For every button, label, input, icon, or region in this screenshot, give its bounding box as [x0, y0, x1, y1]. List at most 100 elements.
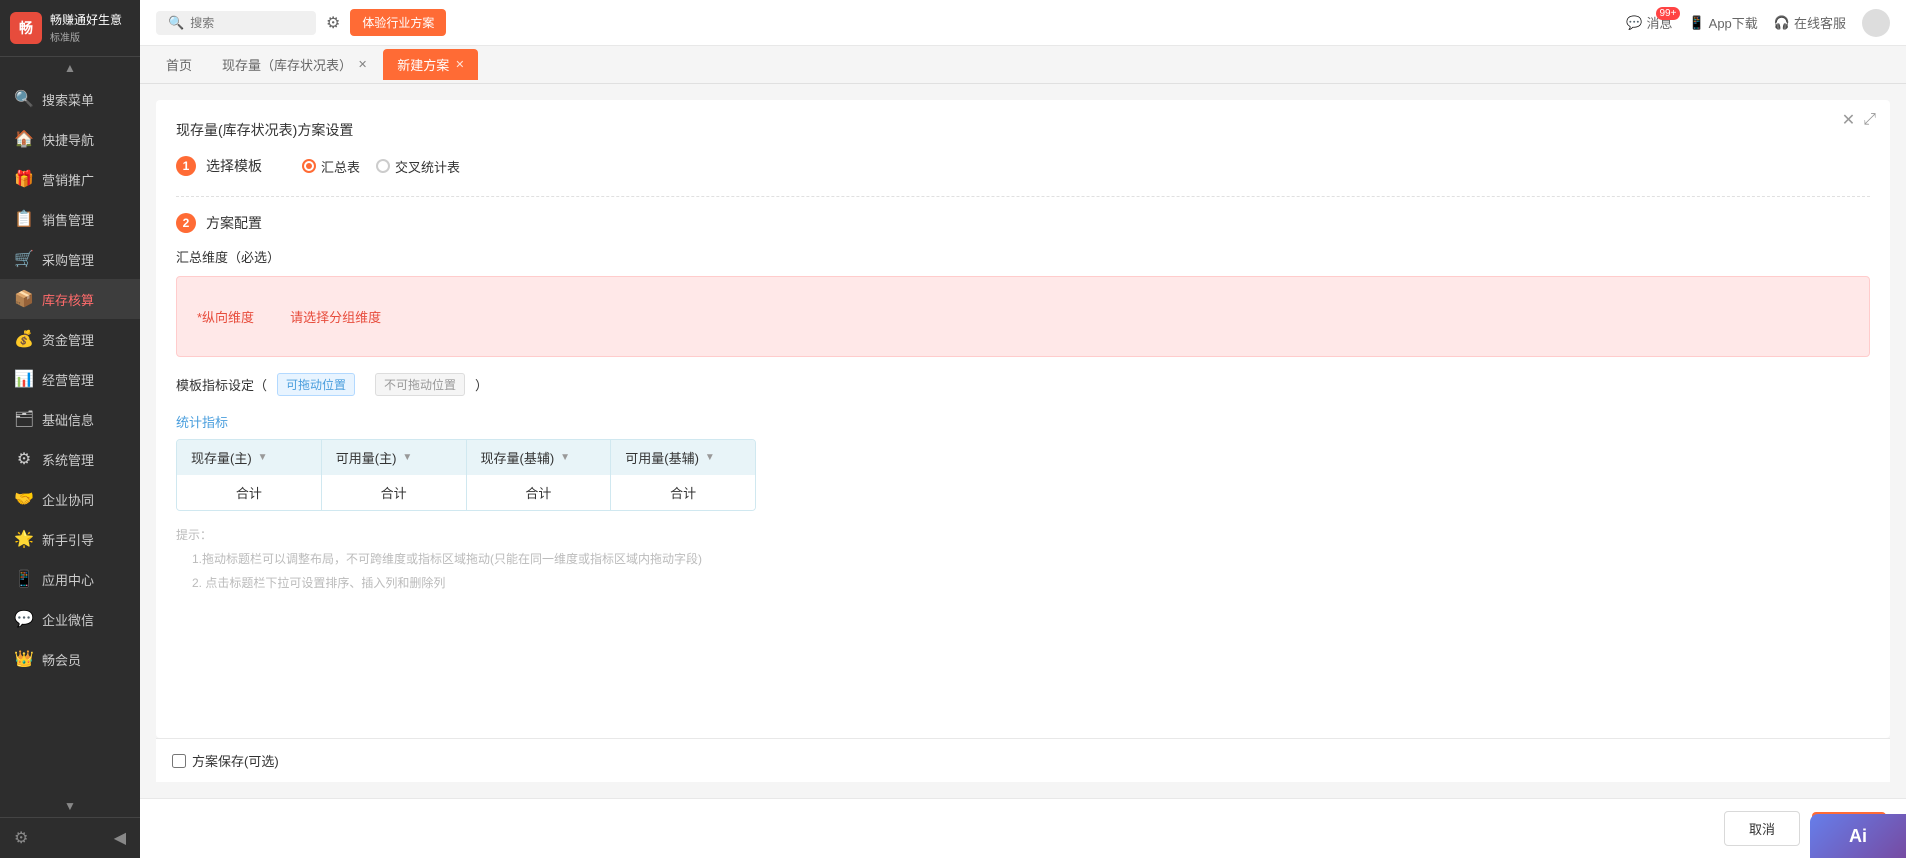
sidebar-item-label: 营销推广	[42, 170, 94, 189]
basic-info-icon: 🗂	[14, 409, 34, 429]
tab-close-inventory[interactable]: ✕	[358, 58, 367, 71]
tab-close-new-plan[interactable]: ✕	[455, 58, 464, 71]
sidebar-item-wechat[interactable]: 💬 企业微信	[0, 599, 140, 639]
messages-button[interactable]: 💬 消息 99+	[1626, 13, 1672, 32]
content-area: ✕ ⤢ 现存量(库存状况表)方案设置 1 选择模板 汇总表	[140, 84, 1906, 798]
user-avatar[interactable]	[1862, 9, 1890, 37]
collapse-icon[interactable]: ◀	[114, 828, 126, 848]
sidebar-scroll-up[interactable]: ▲	[0, 57, 140, 79]
search-icon: 🔍	[168, 15, 184, 31]
chevron-down-icon-4: ▼	[705, 452, 715, 463]
stats-col-3-label: 现存量(基辅)	[481, 448, 555, 467]
tab-inventory-label: 现存量（库存状况表）	[222, 55, 352, 74]
search-input[interactable]	[190, 16, 304, 30]
search-bar[interactable]: 🔍	[156, 11, 316, 35]
sidebar-item-label: 新手引导	[42, 530, 94, 549]
system-icon: ⚙	[14, 449, 34, 469]
purchase-icon: 🛒	[14, 249, 34, 269]
indicator-label-prefix: 模板指标设定（	[176, 375, 267, 394]
stats-col-4-label: 可用量(基辅)	[625, 448, 699, 467]
sidebar-item-label: 畅会员	[42, 650, 81, 669]
tab-inventory-status[interactable]: 现存量（库存状况表） ✕	[208, 49, 381, 80]
draggable-badge: 可拖动位置	[277, 373, 355, 396]
guide-icon: 🌟	[14, 529, 34, 549]
member-icon: 👑	[14, 649, 34, 669]
radio-crosstab[interactable]: 交叉统计表	[376, 157, 460, 176]
close-panel-button[interactable]: ✕	[1842, 110, 1855, 130]
sidebar-item-inventory[interactable]: 📦 库存核算	[0, 279, 140, 319]
app-version: 标准版	[50, 29, 122, 44]
sidebar-item-purchase[interactable]: 🛒 采购管理	[0, 239, 140, 279]
tips-title: 提示：	[176, 528, 212, 542]
ai-float-button[interactable]: Ai	[1810, 814, 1906, 858]
top-header: 🔍 ⚙ 体验行业方案 💬 消息 99+ 📱 App下载 🎧 在线客服	[140, 0, 1906, 46]
sidebar-item-member[interactable]: 👑 畅会员	[0, 639, 140, 679]
sidebar-nav: 🔍 搜索菜单 🏠 快捷导航 🎁 营销推广 📋 销售管理 🛒 采购管理 📦 库存核…	[0, 79, 140, 795]
sidebar-item-enterprise[interactable]: 🤝 企业协同	[0, 479, 140, 519]
save-checkbox[interactable]	[172, 754, 186, 768]
dimension-box[interactable]: *纵向维度 请选择分组维度	[176, 276, 1870, 357]
stats-title: 统计指标	[176, 412, 1870, 431]
sidebar-item-label: 销售管理	[42, 210, 94, 229]
stats-cell-4: 合计	[611, 475, 755, 510]
main-panel: ✕ ⤢ 现存量(库存状况表)方案设置 1 选择模板 汇总表	[156, 100, 1890, 738]
app-center-icon: 📱	[14, 569, 34, 589]
sidebar-item-label: 企业协同	[42, 490, 94, 509]
cancel-button[interactable]: 取消	[1724, 811, 1800, 846]
sidebar-bottom: ⚙ ◀	[0, 817, 140, 858]
sidebar-item-system[interactable]: ⚙ 系统管理	[0, 439, 140, 479]
sidebar-item-operations[interactable]: 📊 经营管理	[0, 359, 140, 399]
radio-summary-label: 汇总表	[321, 157, 360, 176]
tab-new-plan[interactable]: 新建方案 ✕	[383, 49, 478, 80]
sidebar-item-app-center[interactable]: 📱 应用中心	[0, 559, 140, 599]
save-label[interactable]: 方案保存(可选)	[192, 751, 279, 770]
gear-button[interactable]: ⚙	[326, 13, 340, 33]
bottom-action-bar: 取消 查询	[140, 798, 1906, 858]
online-service-label: 在线客服	[1794, 13, 1846, 32]
sidebar-item-search-menu[interactable]: 🔍 搜索菜单	[0, 79, 140, 119]
radio-summary[interactable]: 汇总表	[302, 157, 360, 176]
sidebar-logo: 畅 畅赚通好生意 标准版	[0, 0, 140, 57]
stats-col-4-header[interactable]: 可用量(基辅) ▼	[611, 440, 755, 475]
tip-item-1: 1.拖动标题栏可以调整布局，不可跨维度或指标区域拖动(只能在同一维度或指标区域内…	[176, 547, 1870, 571]
sidebar-item-basic-info[interactable]: 🗂 基础信息	[0, 399, 140, 439]
sidebar-scroll-down[interactable]: ▼	[0, 795, 140, 817]
sidebar: 畅 畅赚通好生意 标准版 ▲ 🔍 搜索菜单 🏠 快捷导航 🎁 营销推广 📋 销售…	[0, 0, 140, 858]
settings-icon[interactable]: ⚙	[14, 828, 28, 848]
chevron-down-icon-2: ▼	[402, 452, 412, 463]
stats-cell-3: 合计	[467, 475, 612, 510]
sidebar-item-new-guide[interactable]: 🌟 新手引导	[0, 519, 140, 559]
stats-col-2-header[interactable]: 可用量(主) ▼	[322, 440, 467, 475]
tab-new-plan-label: 新建方案	[397, 55, 449, 74]
tab-home[interactable]: 首页	[152, 49, 206, 80]
sidebar-item-label: 经营管理	[42, 370, 94, 389]
radio-crosstab-label: 交叉统计表	[395, 157, 460, 176]
gift-icon: 🎁	[14, 169, 34, 189]
sidebar-item-label: 采购管理	[42, 250, 94, 269]
step2-section: 2 方案配置 汇总维度（必选） *纵向维度 请选择分组维度 模板指标设定（ 可拖	[176, 213, 1870, 595]
stats-table-body: 合计 合计 合计 合计	[177, 475, 755, 510]
sidebar-item-finance[interactable]: 💰 资金管理	[0, 319, 140, 359]
stats-col-3-header[interactable]: 现存量(基辅) ▼	[467, 440, 612, 475]
stats-cell-2: 合计	[322, 475, 467, 510]
step1-title: 选择模板	[206, 156, 262, 176]
app-download-button[interactable]: 📱 App下载	[1688, 13, 1757, 32]
expand-panel-button[interactable]: ⤢	[1863, 111, 1876, 129]
dimension-required-text: *纵向维度	[197, 307, 254, 326]
sidebar-item-label: 资金管理	[42, 330, 94, 349]
header-right: 💬 消息 99+ 📱 App下载 🎧 在线客服	[1626, 9, 1890, 37]
inventory-icon: 📦	[14, 289, 34, 309]
step1-section: 1 选择模板 汇总表 交叉统计表	[176, 156, 1870, 176]
dimension-placeholder: *纵向维度 请选择分组维度	[197, 307, 381, 326]
online-service-button[interactable]: 🎧 在线客服	[1774, 13, 1846, 32]
sidebar-item-quick-nav[interactable]: 🏠 快捷导航	[0, 119, 140, 159]
sidebar-item-sales[interactable]: 📋 销售管理	[0, 199, 140, 239]
sidebar-item-marketing[interactable]: 🎁 营销推广	[0, 159, 140, 199]
stats-table: 现存量(主) ▼ 可用量(主) ▼ 现存量(基辅) ▼	[176, 439, 756, 511]
app-name-block: 畅赚通好生意 标准版	[50, 12, 122, 44]
stats-col-1-header[interactable]: 现存量(主) ▼	[177, 440, 322, 475]
wechat-icon: 💬	[14, 609, 34, 629]
dimension-hint-text: 请选择分组维度	[290, 307, 381, 326]
industry-plan-button[interactable]: 体验行业方案	[350, 9, 446, 36]
stats-cell-1: 合计	[177, 475, 322, 510]
